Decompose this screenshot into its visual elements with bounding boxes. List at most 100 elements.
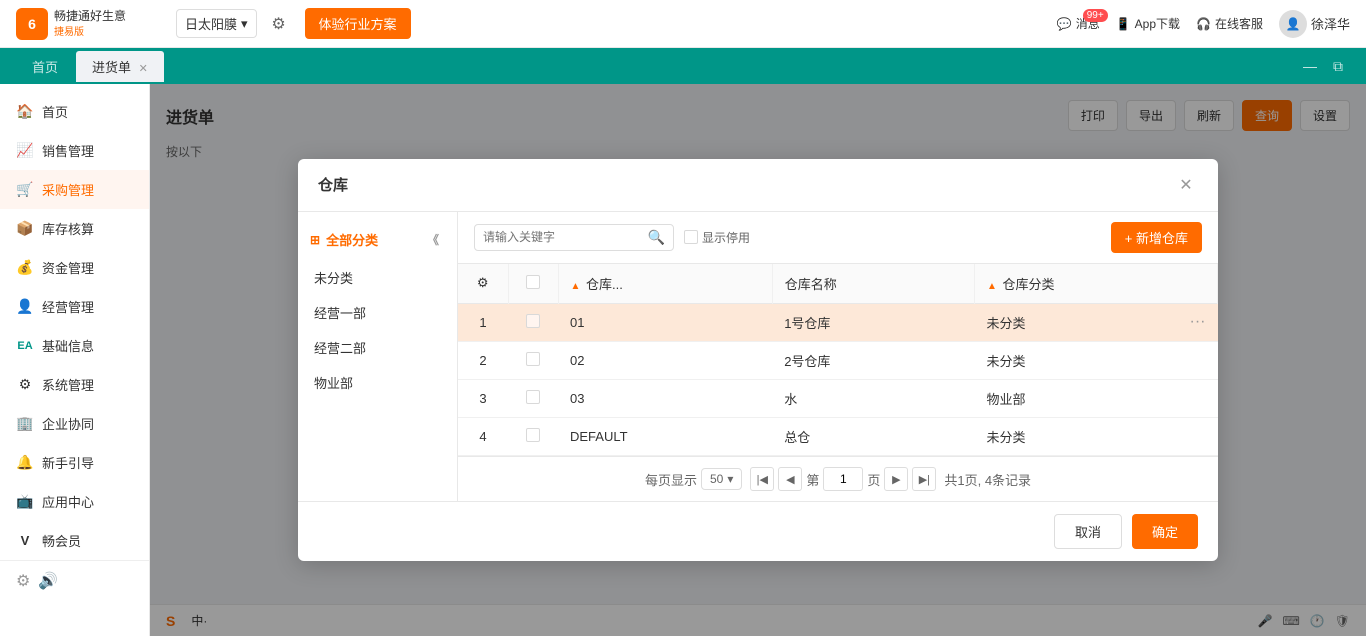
category-header[interactable]: ⊞ 全部分类 《: [298, 220, 457, 260]
sidebar-item-home[interactable]: 🏠 首页: [0, 92, 149, 131]
search-input[interactable]: [483, 230, 642, 244]
tab-home[interactable]: 首页: [16, 51, 74, 82]
purchase-icon: 🛒: [16, 181, 34, 199]
prev-page-button[interactable]: ◀: [778, 467, 802, 491]
sidebar-item-system[interactable]: ⚙ 系统管理: [0, 365, 149, 404]
sidebar-item-finance[interactable]: 💰 资金管理: [0, 248, 149, 287]
sidebar-item-app-center[interactable]: 📺 应用中心: [0, 482, 149, 521]
headset-icon: 🎧: [1196, 17, 1211, 31]
show-disabled-checkbox[interactable]: [684, 230, 698, 244]
row-category-1: 未分类 ···: [974, 304, 1217, 342]
sidebar-label-app-center: 应用中心: [42, 492, 94, 511]
tab-close-icon[interactable]: ✕: [139, 63, 148, 75]
sidebar-item-inventory[interactable]: 📦 库存核算: [0, 209, 149, 248]
col-name[interactable]: 仓库名称: [772, 264, 974, 304]
sort-icon-code: ▲: [571, 281, 581, 292]
modal-close-button[interactable]: ✕: [1174, 173, 1198, 197]
search-icon[interactable]: 🔍: [648, 229, 665, 246]
row-actions-icon[interactable]: ···: [1190, 313, 1206, 331]
col-category[interactable]: ▲ 仓库分类: [974, 264, 1217, 304]
notification-badge: 99+: [1083, 9, 1108, 22]
sidebar-item-sales[interactable]: 📈 销售管理: [0, 131, 149, 170]
home-icon: 🏠: [16, 103, 34, 121]
sidebar-item-purchase[interactable]: 🛒 采购管理: [0, 170, 149, 209]
message-icon: 💬: [1057, 17, 1072, 31]
minimize-icon[interactable]: —: [1298, 54, 1322, 78]
message-notification[interactable]: 💬 消息 99+: [1057, 15, 1100, 32]
sidebar-item-basic-info[interactable]: EA 基础信息: [0, 326, 149, 365]
window-controls: — ⧉: [1298, 54, 1350, 78]
row-code-4: DEFAULT: [558, 418, 772, 456]
search-box: 🔍: [474, 224, 674, 251]
sidebar-label-purchase: 采购管理: [42, 180, 94, 199]
first-page-button[interactable]: |◀: [750, 467, 774, 491]
inventory-icon: 📦: [16, 220, 34, 238]
tab-purchase[interactable]: 进货单 ✕: [76, 51, 164, 82]
grid-icon: ⊞: [310, 233, 320, 247]
table-row[interactable]: 1 01 1号仓库 未分类 ···: [458, 303, 1218, 342]
add-warehouse-button[interactable]: + 新增仓库: [1111, 222, 1202, 253]
show-disabled-label[interactable]: 显示停用: [684, 229, 750, 246]
row-category-4: 未分类: [974, 418, 1217, 456]
settings-icon[interactable]: ⚙: [265, 10, 293, 38]
row-checkbox-3[interactable]: [508, 380, 558, 418]
next-page-button[interactable]: ▶: [884, 467, 908, 491]
dropdown-arrow-icon: ▾: [727, 472, 733, 486]
table-header-row: ⚙ ▲ 仓库... 仓库名称: [458, 264, 1218, 304]
row-checkbox-4[interactable]: [508, 418, 558, 456]
row-index-1: 1: [458, 303, 508, 342]
sidebar-label-sales: 销售管理: [42, 141, 94, 160]
table-toolbar: 🔍 显示停用 + 新增仓库: [458, 212, 1218, 264]
modal-header: 仓库 ✕: [298, 159, 1218, 212]
category-item-ops2[interactable]: 经营二部: [298, 330, 457, 365]
per-page-selector[interactable]: 50 ▾: [701, 468, 742, 490]
row-code-1: 01: [558, 303, 772, 342]
per-page-label: 每页显示: [645, 470, 697, 489]
select-all-checkbox[interactable]: [526, 275, 540, 289]
table-row[interactable]: 4 DEFAULT 总仓 未分类: [458, 418, 1218, 456]
collapse-icon[interactable]: 《: [421, 228, 445, 252]
last-page-button[interactable]: ▶|: [912, 467, 936, 491]
trial-button[interactable]: 体验行业方案: [305, 8, 411, 39]
category-item-ops1[interactable]: 经营一部: [298, 295, 457, 330]
sidebar-label-finance: 资金管理: [42, 258, 94, 277]
col-settings[interactable]: ⚙: [458, 264, 508, 304]
table-row[interactable]: 3 03 水 物业部: [458, 380, 1218, 418]
settings-bottom-icon[interactable]: ⚙: [16, 571, 30, 591]
row-checkbox-1[interactable]: [508, 303, 558, 342]
sidebar-item-guide[interactable]: 🔔 新手引导: [0, 443, 149, 482]
sidebar-item-member[interactable]: V 畅会员: [0, 521, 149, 560]
tab-purchase-label: 进货单: [92, 60, 131, 75]
row-checkbox-2[interactable]: [508, 342, 558, 380]
cancel-button[interactable]: 取消: [1054, 514, 1122, 549]
modal-body: ⊞ 全部分类 《 未分类 经营一部 经营二部 物业部: [298, 212, 1218, 502]
confirm-button[interactable]: 确定: [1132, 514, 1198, 549]
sidebar-label-inventory: 库存核算: [42, 219, 94, 238]
row-index-3: 3: [458, 380, 508, 418]
col-code[interactable]: ▲ 仓库...: [558, 264, 772, 304]
volume-icon[interactable]: 🔊: [38, 571, 58, 591]
sidebar-item-operations[interactable]: 👤 经营管理: [0, 287, 149, 326]
modal-overlay: 仓库 ✕ ⊞ 全部分类 《 未分类 经营一部 经营二部: [150, 84, 1366, 636]
restore-icon[interactable]: ⧉: [1326, 54, 1350, 78]
category-item-unclassified[interactable]: 未分类: [298, 260, 457, 295]
col-code-label: 仓库...: [586, 277, 623, 292]
sidebar-bottom: ⚙ 🔊: [0, 560, 149, 600]
modal-title: 仓库: [318, 174, 348, 195]
tab-home-label: 首页: [32, 60, 58, 75]
user-area[interactable]: 👤 徐泽华: [1279, 10, 1350, 38]
app-logo: 6: [16, 8, 48, 40]
table-row[interactable]: 2 02 2号仓库 未分类: [458, 342, 1218, 380]
col-name-label: 仓库名称: [785, 277, 837, 292]
category-item-property[interactable]: 物业部: [298, 365, 457, 400]
page-number-input[interactable]: [823, 467, 863, 491]
sidebar-item-enterprise[interactable]: 🏢 企业协同: [0, 404, 149, 443]
category-panel: ⊞ 全部分类 《 未分类 经营一部 经营二部 物业部: [298, 212, 458, 502]
per-page-value: 50: [710, 472, 723, 486]
main-layout: 🏠 首页 📈 销售管理 🛒 采购管理 📦 库存核算 💰 资金管理 👤 经营管理 …: [0, 84, 1366, 636]
modal-footer: 取消 确定: [298, 501, 1218, 561]
app-download[interactable]: 📱 App下载: [1116, 15, 1180, 32]
store-selector[interactable]: 日太阳膜 ▾: [176, 9, 257, 38]
brand-name: 畅捷通好生意: [54, 9, 126, 23]
customer-service[interactable]: 🎧 在线客服: [1196, 15, 1263, 32]
